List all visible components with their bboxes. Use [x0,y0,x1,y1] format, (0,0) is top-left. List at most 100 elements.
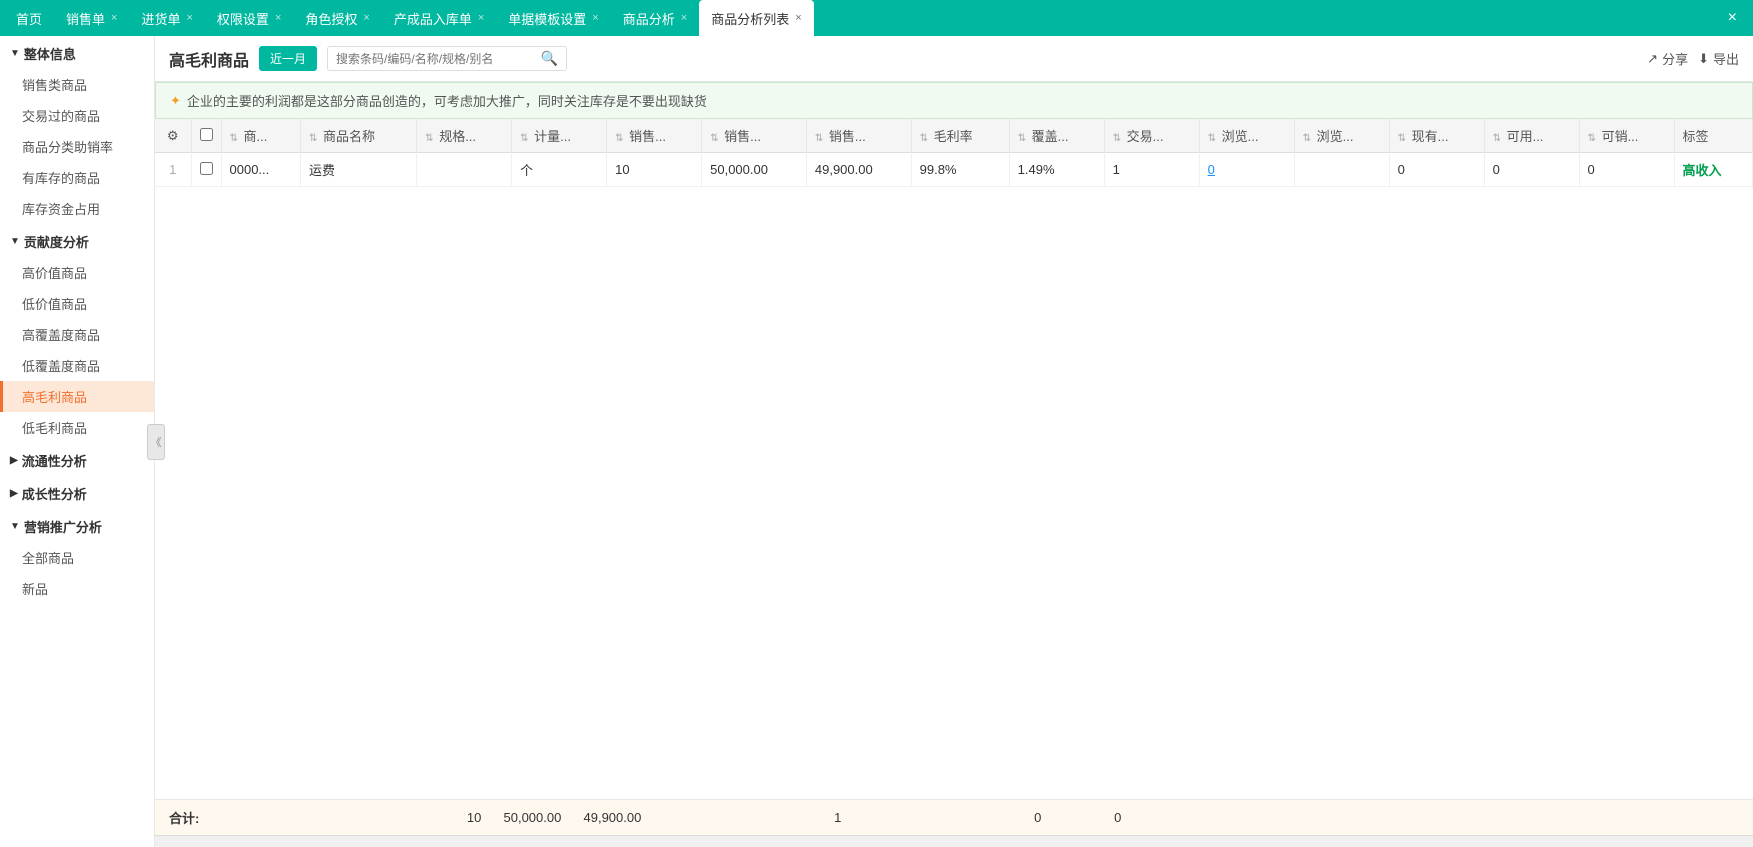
row-number: 1 [155,153,191,187]
sort-icon: ⇅ [309,133,317,144]
horizontal-scrollbar[interactable] [155,835,1753,847]
col-tag[interactable]: 标签 [1674,119,1752,153]
sidebar-item-high-coverage[interactable]: 高覆盖度商品 [0,319,154,350]
col-sales-profit[interactable]: ⇅ 销售... [806,119,911,153]
nav-tab-purchase[interactable]: 进货单 × [129,0,204,36]
sidebar: ▼ 整体信息 销售类商品 交易过的商品 商品分类助销率 有库存的商品 库存资金占… [0,36,155,847]
col-code[interactable]: ⇅ 商... [221,119,300,153]
col-name[interactable]: ⇅ 商品名称 [300,119,416,153]
row-transactions: 1 [1104,153,1199,187]
row-checkbox-cell[interactable] [191,153,221,187]
row-spec [417,153,512,187]
data-table: ⚙ ⇅ 商... ⇅ 商品名称 [155,119,1753,187]
col-gross-margin[interactable]: ⇅ 毛利率 [911,119,1009,153]
settings-icon[interactable]: ⚙ [167,128,179,143]
footer-bar: 合计: 10 50,000.00 49,900.00 1 0 0 [155,799,1753,835]
footer-available-stock: 0 [1049,810,1129,825]
filter-recent-month-button[interactable]: 近一月 [259,46,317,71]
close-icon[interactable]: × [275,12,281,24]
table-header-row: ⚙ ⇅ 商... ⇅ 商品名称 [155,119,1753,153]
row-gross-margin: 99.8% [911,153,1009,187]
sort-icon: ⇅ [1493,133,1501,144]
header-actions: ↗ 分享 ⬇ 导出 [1647,49,1739,68]
sort-icon: ⇅ [1208,133,1216,144]
footer-sales-profit: 49,900.00 [569,810,649,825]
sort-icon: ⇅ [520,133,528,144]
sidebar-item-category-rate[interactable]: 商品分类助销率 [0,131,154,162]
sort-icon: ⇅ [710,133,718,144]
close-icon[interactable]: × [681,12,687,24]
nav-tab-home[interactable]: 首页 [4,0,54,36]
close-icon[interactable]: × [186,12,192,24]
col-sales-qty[interactable]: ⇅ 销售... [607,119,702,153]
export-icon: ⬇ [1698,51,1709,67]
content-panel: 高毛利商品 近一月 🔍 ↗ 分享 ⬇ 导出 ✦ 企业的主要的利润都是这部分商品创… [155,36,1753,847]
table-wrapper: ⚙ ⇅ 商... ⇅ 商品名称 [155,119,1753,799]
sidebar-item-stock-capital[interactable]: 库存资金占用 [0,193,154,224]
share-button[interactable]: ↗ 分享 [1647,49,1688,68]
col-available-stock[interactable]: ⇅ 可用... [1484,119,1579,153]
export-button[interactable]: ⬇ 导出 [1698,49,1739,68]
col-current-stock[interactable]: ⇅ 现有... [1389,119,1484,153]
window-close-button[interactable]: × [1716,9,1749,27]
sidebar-item-in-stock[interactable]: 有库存的商品 [0,162,154,193]
row-saleable-stock: 0 [1579,153,1674,187]
footer-sales-qty: 10 [409,810,489,825]
col-views1[interactable]: ⇅ 浏览... [1199,119,1294,153]
table-row: 1 0000... 运费 个 10 50,000.00 49,900.00 99… [155,153,1753,187]
col-views2[interactable]: ⇅ 浏览... [1294,119,1389,153]
nav-tab-permissions[interactable]: 权限设置 × [205,0,293,36]
sidebar-item-new-products[interactable]: 新品 [0,573,154,604]
col-saleable-stock[interactable]: ⇅ 可销... [1579,119,1674,153]
sidebar-item-high-margin[interactable]: 高毛利商品 [0,381,154,412]
page-title: 高毛利商品 [169,47,249,71]
sidebar-item-low-margin[interactable]: 低毛利商品 [0,412,154,443]
sidebar-item-low-value[interactable]: 低价值商品 [0,288,154,319]
col-sales-amount[interactable]: ⇅ 销售... [702,119,807,153]
col-coverage[interactable]: ⇅ 覆盖... [1009,119,1104,153]
close-icon[interactable]: × [111,12,117,24]
nav-tab-products-in[interactable]: 产成品入库单 × [382,0,496,36]
sidebar-item-all-products[interactable]: 全部商品 [0,542,154,573]
sidebar-item-low-coverage[interactable]: 低覆盖度商品 [0,350,154,381]
sidebar-group-overall[interactable]: ▼ 整体信息 [0,36,154,69]
top-nav: 首页 销售单 × 进货单 × 权限设置 × 角色授权 × 产成品入库单 × 单据… [0,0,1753,36]
sort-icon: ⇅ [920,133,928,144]
col-unit[interactable]: ⇅ 计量... [512,119,607,153]
sidebar-group-contribution[interactable]: ▼ 贡献度分析 [0,224,154,257]
row-checkbox[interactable] [200,162,213,175]
nav-tab-analysis[interactable]: 商品分析 × [611,0,699,36]
search-icon[interactable]: 🔍 [541,50,558,67]
sidebar-collapse-button[interactable]: 《 [147,424,165,460]
footer-transactions: 1 [769,810,849,825]
nav-tab-template[interactable]: 单据模板设置 × [496,0,610,36]
col-transactions[interactable]: ⇅ 交易... [1104,119,1199,153]
search-input[interactable] [336,52,541,66]
sidebar-item-traded-products[interactable]: 交易过的商品 [0,100,154,131]
close-icon[interactable]: × [795,12,801,24]
sidebar-item-high-value[interactable]: 高价值商品 [0,257,154,288]
sidebar-group-growth[interactable]: ▶ 成长性分析 [0,476,154,509]
sidebar-group-liquidity[interactable]: ▶ 流通性分析 [0,443,154,476]
close-icon[interactable]: × [592,12,598,24]
chevron-right-icon: ▶ [10,488,18,499]
select-all-checkbox[interactable] [200,128,213,141]
sidebar-wrapper: ▼ 整体信息 销售类商品 交易过的商品 商品分类助销率 有库存的商品 库存资金占… [0,36,155,847]
sidebar-item-sales-products[interactable]: 销售类商品 [0,69,154,100]
content-header: 高毛利商品 近一月 🔍 ↗ 分享 ⬇ 导出 [155,36,1753,82]
chevron-down-icon: ▼ [10,521,20,532]
close-icon[interactable]: × [363,12,369,24]
tip-icon: ✦ [170,93,181,109]
row-views1[interactable]: 0 [1199,153,1294,187]
sort-icon: ⇅ [815,133,823,144]
col-checkbox[interactable] [191,119,221,153]
footer-sales-amount: 50,000.00 [489,810,569,825]
nav-tab-sales[interactable]: 销售单 × [54,0,129,36]
close-icon[interactable]: × [478,12,484,24]
nav-tab-analysis-list[interactable]: 商品分析列表 × [699,0,813,36]
col-spec[interactable]: ⇅ 规格... [417,119,512,153]
row-sales-profit: 49,900.00 [806,153,911,187]
sidebar-group-marketing[interactable]: ▼ 营销推广分析 [0,509,154,542]
col-settings[interactable]: ⚙ [155,119,191,153]
nav-tab-roles[interactable]: 角色授权 × [293,0,381,36]
